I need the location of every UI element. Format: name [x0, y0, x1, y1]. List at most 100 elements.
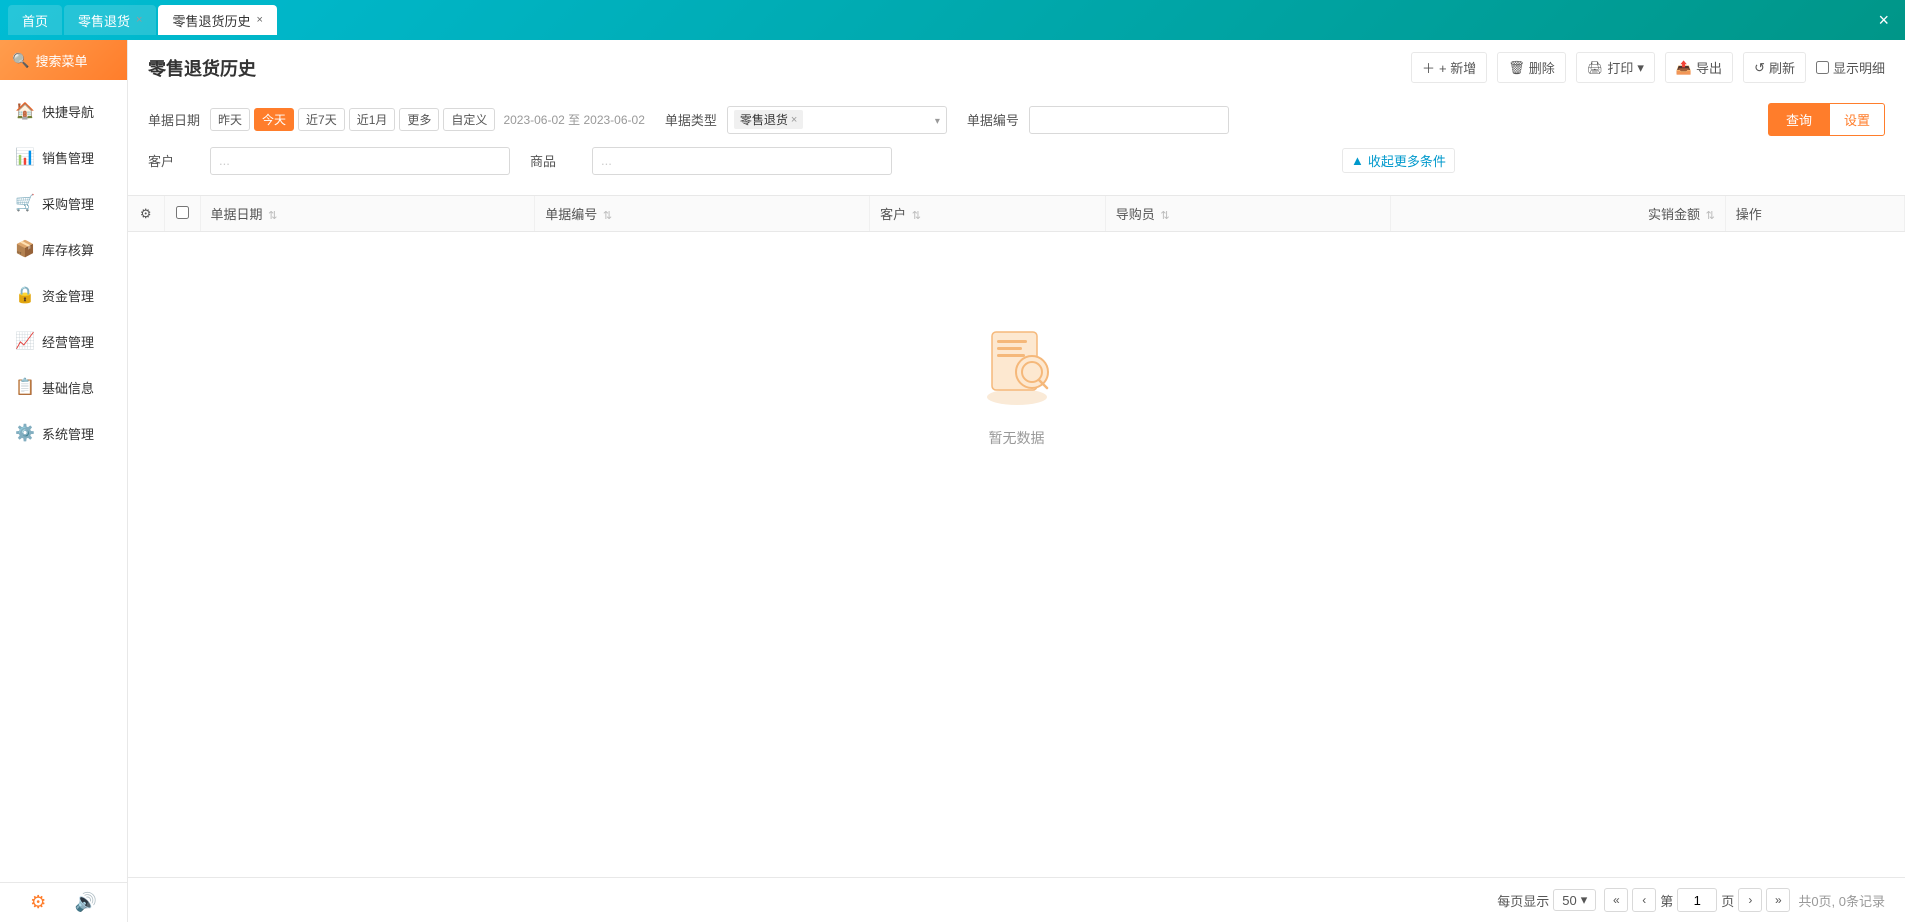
new-button[interactable]: ＋ + 新增	[1411, 52, 1487, 83]
page-title: 零售退货历史	[148, 55, 256, 81]
th-guide[interactable]: 导购员 ⇅	[1105, 196, 1390, 232]
empty-text: 暂无数据	[989, 428, 1045, 448]
page-number-input[interactable]	[1677, 888, 1717, 912]
sidebar-item-sales-mgmt[interactable]: 📊 销售管理	[0, 134, 127, 180]
date-btn-1month[interactable]: 近1月	[349, 108, 396, 131]
toolbar: ＋ + 新增 🗑 删除 🖨 打印 ▾ 📤 导出	[1411, 52, 1885, 83]
print-button-label: 打印	[1607, 58, 1633, 77]
sidebar-item-sales-mgmt-label: 销售管理	[42, 148, 94, 167]
th-date-sort-icon: ⇅	[268, 210, 277, 222]
goods-label: 商品	[530, 151, 586, 170]
search-icon: 🔍	[12, 52, 29, 69]
th-customer-label: 客户	[880, 207, 906, 222]
filter-area: 单据日期 昨天 今天 近7天 近1月 更多 自定义 2023-06-02 至 2…	[148, 93, 1885, 195]
sidebar-item-system-mgmt-label: 系统管理	[42, 424, 94, 443]
window-close-button[interactable]: ×	[1870, 10, 1897, 31]
date-btn-yesterday[interactable]: 昨天	[210, 108, 250, 131]
th-no[interactable]: 单据编号 ⇅	[535, 196, 870, 232]
tab-home[interactable]: 首页	[8, 5, 62, 35]
th-guide-label: 导购员	[1116, 207, 1155, 222]
next-page-button[interactable]: ›	[1738, 888, 1762, 912]
settings-icon: ⚙	[140, 206, 152, 221]
th-date[interactable]: 单据日期 ⇅	[200, 196, 535, 232]
collapse-label: 收起更多条件	[1368, 151, 1446, 170]
sidebar-item-finance-mgmt-label: 资金管理	[42, 286, 94, 305]
query-button[interactable]: 查询	[1768, 103, 1830, 136]
tab-retail-return-history-label: 零售退货历史	[172, 11, 250, 30]
sidebar-item-basic-info[interactable]: 📋 基础信息	[0, 364, 127, 410]
tab-retail-return-close[interactable]: ×	[136, 15, 142, 26]
action-buttons: 查询 设置	[1768, 103, 1885, 136]
tab-retail-return[interactable]: 零售退货 ×	[64, 5, 156, 35]
delete-icon: 🗑	[1508, 60, 1525, 76]
goods-placeholder: ...	[601, 153, 612, 168]
date-btn-custom[interactable]: 自定义	[443, 108, 495, 131]
voucher-type-select[interactable]: 零售退货 ×	[727, 106, 947, 134]
sidebar-item-operation-mgmt[interactable]: 📈 经营管理	[0, 318, 127, 364]
export-button[interactable]: 📤 导出	[1665, 52, 1733, 83]
print-button[interactable]: 🖨 打印 ▾	[1576, 52, 1655, 83]
sidebar-item-finance-mgmt[interactable]: 🔒 资金管理	[0, 272, 127, 318]
footer-gear-button[interactable]: ⚙	[30, 892, 46, 913]
sidebar-search[interactable]: 🔍 搜索菜单	[0, 40, 127, 80]
sidebar-item-purchase-mgmt[interactable]: 🛒 采购管理	[0, 180, 127, 226]
tab-retail-return-history-close[interactable]: ×	[256, 15, 262, 26]
customer-input[interactable]: ...	[210, 147, 510, 175]
settings-button[interactable]: 设置	[1829, 103, 1885, 136]
voucher-no-label: 单据编号	[967, 110, 1023, 129]
table-header-row: ⚙ 单据日期 ⇅ 单据编号 ⇅	[128, 196, 1905, 232]
th-settings[interactable]: ⚙	[128, 196, 164, 232]
th-amount-label: 实销金额	[1648, 207, 1700, 222]
th-no-sort-icon: ⇅	[603, 210, 612, 222]
per-page-label: 每页显示	[1497, 891, 1549, 910]
pagination-bar: 每页显示 50 ▾ « ‹ 第 页 › » 共0页, 0条记录	[128, 877, 1905, 922]
table-container: ⚙ 单据日期 ⇅ 单据编号 ⇅	[128, 196, 1905, 877]
tab-retail-return-label: 零售退货	[78, 11, 130, 30]
sidebar-item-operation-mgmt-label: 经营管理	[42, 332, 94, 351]
date-filter-label: 单据日期	[148, 110, 204, 129]
last-page-button[interactable]: »	[1766, 888, 1790, 912]
first-page-button[interactable]: «	[1604, 888, 1628, 912]
sidebar-item-inventory[interactable]: 📦 库存核算	[0, 226, 127, 272]
refresh-button[interactable]: ↺ 刷新	[1743, 52, 1806, 83]
show-detail-checkbox-wrapper[interactable]: 显示明细	[1816, 58, 1885, 77]
goods-input[interactable]: ...	[592, 147, 892, 175]
top-bar: 首页 零售退货 × 零售退货历史 × ×	[0, 0, 1905, 40]
footer-sound-button[interactable]: 🔊	[74, 892, 96, 913]
sidebar-item-system-mgmt[interactable]: ⚙️ 系统管理	[0, 410, 127, 456]
date-btn-today[interactable]: 今天	[254, 108, 294, 131]
th-customer[interactable]: 客户 ⇅	[870, 196, 1106, 232]
print-icon: 🖨	[1587, 60, 1604, 76]
tab-retail-return-history[interactable]: 零售退货历史 ×	[158, 5, 276, 35]
goods-filter-item: 商品 ...	[530, 147, 892, 175]
per-page-dropdown[interactable]: 50 ▾	[1553, 889, 1596, 911]
empty-state: 暂无数据	[128, 232, 1905, 528]
export-icon: 📤	[1676, 60, 1692, 76]
th-guide-sort-icon: ⇅	[1160, 210, 1169, 222]
prev-page-button[interactable]: ‹	[1632, 888, 1656, 912]
sales-icon: 📊	[16, 148, 34, 166]
sidebar-search-label: 搜索菜单	[35, 51, 87, 70]
voucher-type-remove[interactable]: ×	[791, 114, 797, 126]
voucher-no-input[interactable]	[1029, 106, 1229, 134]
show-detail-label: 显示明细	[1833, 58, 1885, 77]
delete-button[interactable]: 🗑 删除	[1497, 52, 1566, 83]
operation-icon: 📈	[16, 332, 34, 350]
th-customer-sort-icon: ⇅	[912, 210, 921, 222]
date-btn-7days[interactable]: 近7天	[298, 108, 345, 131]
th-checkbox[interactable]	[164, 196, 200, 232]
purchase-icon: 🛒	[16, 194, 34, 212]
date-btn-more[interactable]: 更多	[399, 108, 439, 131]
page-header-top: 零售退货历史 ＋ + 新增 🗑 删除 🖨 打印 ▾	[148, 52, 1885, 83]
voucher-type-filter-item: 单据类型 零售退货 ×	[665, 106, 947, 134]
select-all-checkbox[interactable]	[176, 206, 189, 219]
show-detail-checkbox[interactable]	[1816, 61, 1829, 74]
collapse-up-icon: ▲	[1351, 153, 1364, 168]
sidebar-item-inventory-label: 库存核算	[42, 240, 94, 259]
system-icon: ⚙️	[16, 424, 34, 442]
collapse-button[interactable]: ▲ 收起更多条件	[1342, 148, 1455, 173]
top-bar-right: ×	[1870, 10, 1897, 31]
th-amount[interactable]: 实销金额 ⇅	[1391, 196, 1726, 232]
basic-info-icon: 📋	[16, 378, 34, 396]
sidebar-item-quick-nav[interactable]: 🏠 快捷导航	[0, 88, 127, 134]
